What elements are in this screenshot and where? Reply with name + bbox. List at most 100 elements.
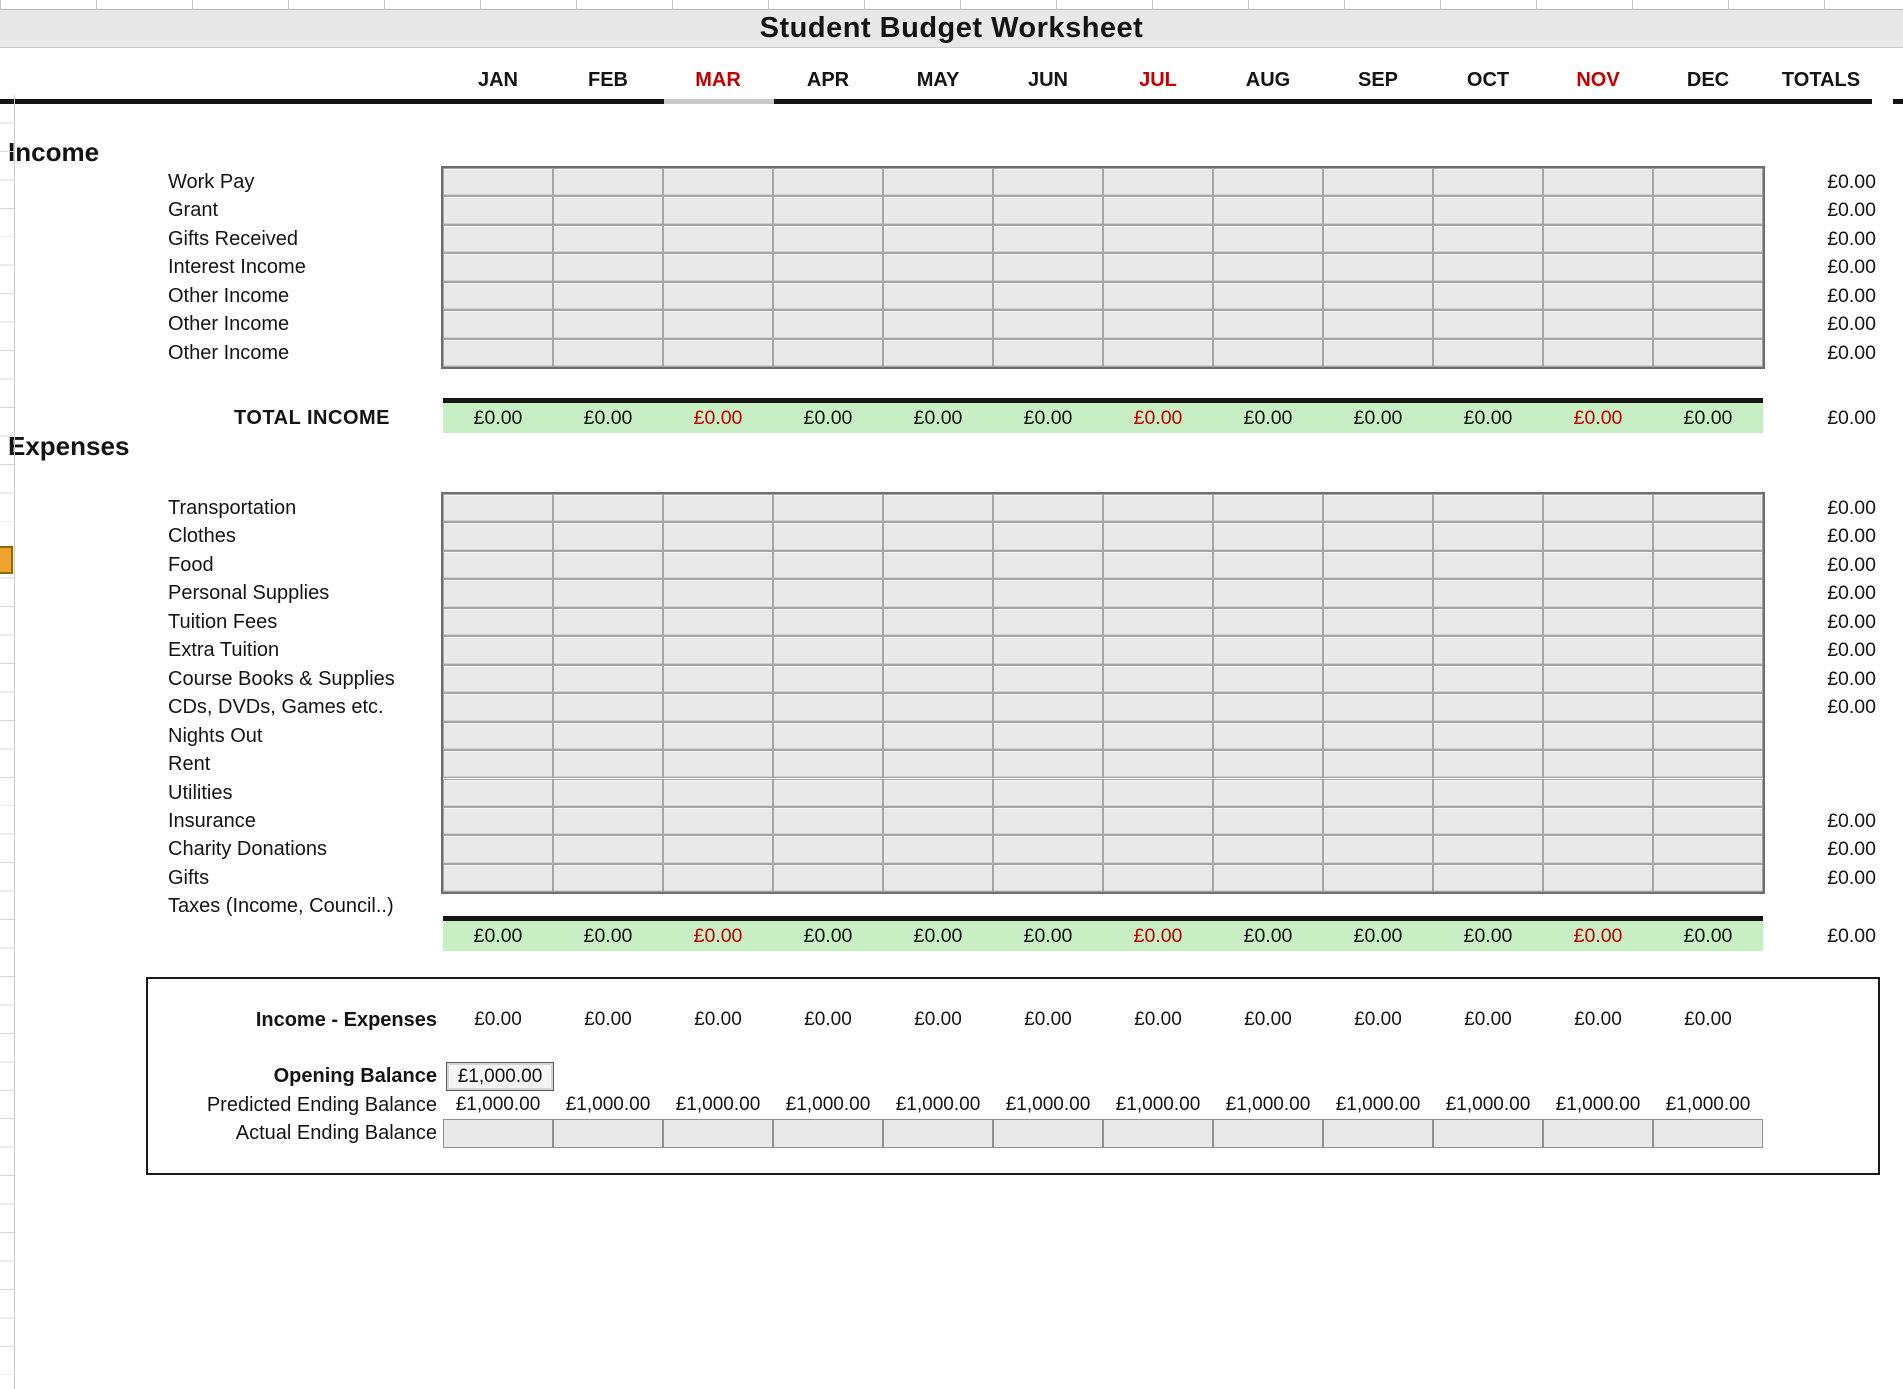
expense-cell[interactable]	[773, 494, 883, 522]
expense-cell[interactable]	[1323, 494, 1433, 522]
expense-cell[interactable]	[773, 579, 883, 607]
expense-cell[interactable]	[1433, 579, 1543, 607]
expense-cell[interactable]	[663, 608, 773, 636]
expense-cell[interactable]	[1323, 864, 1433, 892]
income-cell[interactable]	[553, 339, 663, 367]
income-cell[interactable]	[1433, 225, 1543, 253]
income-cell[interactable]	[1543, 310, 1653, 338]
expense-cell[interactable]	[773, 750, 883, 778]
expense-cell[interactable]	[1653, 750, 1763, 778]
expense-cell[interactable]	[1213, 636, 1323, 664]
expense-cell[interactable]	[1103, 750, 1213, 778]
expense-cell[interactable]	[883, 551, 993, 579]
expense-cell[interactable]	[1103, 807, 1213, 835]
actual-ending-balance-cell[interactable]	[1543, 1119, 1653, 1148]
expense-cell[interactable]	[443, 494, 553, 522]
expense-cell[interactable]	[1103, 579, 1213, 607]
income-cell[interactable]	[443, 310, 553, 338]
expense-cell[interactable]	[1103, 779, 1213, 807]
income-cell[interactable]	[443, 339, 553, 367]
expense-cell[interactable]	[1213, 551, 1323, 579]
expense-cell[interactable]	[1213, 750, 1323, 778]
expense-cell[interactable]	[1323, 807, 1433, 835]
expense-cell[interactable]	[663, 807, 773, 835]
expense-cell[interactable]	[883, 722, 993, 750]
expense-cell[interactable]	[663, 665, 773, 693]
expense-cell[interactable]	[883, 522, 993, 550]
expense-cell[interactable]	[1543, 807, 1653, 835]
expense-cell[interactable]	[553, 864, 663, 892]
income-cell[interactable]	[1323, 253, 1433, 281]
expense-cell[interactable]	[773, 864, 883, 892]
expense-cell[interactable]	[1653, 608, 1763, 636]
expense-cell[interactable]	[773, 779, 883, 807]
expense-cell[interactable]	[1653, 722, 1763, 750]
expense-cell[interactable]	[1323, 693, 1433, 721]
income-cell[interactable]	[443, 282, 553, 310]
income-cell[interactable]	[993, 168, 1103, 196]
income-cell[interactable]	[553, 225, 663, 253]
income-cell[interactable]	[553, 253, 663, 281]
expense-cell[interactable]	[1433, 494, 1543, 522]
expense-cell[interactable]	[1213, 779, 1323, 807]
income-cell[interactable]	[1213, 225, 1323, 253]
expense-cell[interactable]	[1213, 579, 1323, 607]
expense-cell[interactable]	[663, 693, 773, 721]
income-cell[interactable]	[1653, 168, 1763, 196]
expense-cell[interactable]	[993, 864, 1103, 892]
income-cell[interactable]	[993, 196, 1103, 224]
expense-cell[interactable]	[773, 835, 883, 863]
expense-cell[interactable]	[1103, 864, 1213, 892]
income-cell[interactable]	[883, 253, 993, 281]
income-cell[interactable]	[1653, 282, 1763, 310]
income-cell[interactable]	[1543, 339, 1653, 367]
expense-cell[interactable]	[1103, 665, 1213, 693]
expense-cell[interactable]	[1433, 693, 1543, 721]
expense-cell[interactable]	[993, 722, 1103, 750]
expense-cell[interactable]	[663, 750, 773, 778]
expense-cell[interactable]	[443, 579, 553, 607]
actual-ending-balance-cell[interactable]	[993, 1119, 1103, 1148]
expense-cell[interactable]	[1213, 693, 1323, 721]
expense-cell[interactable]	[1103, 722, 1213, 750]
income-cell[interactable]	[993, 310, 1103, 338]
expense-cell[interactable]	[663, 864, 773, 892]
income-cell[interactable]	[553, 310, 663, 338]
expense-cell[interactable]	[1543, 579, 1653, 607]
expense-cell[interactable]	[553, 608, 663, 636]
expense-cell[interactable]	[663, 579, 773, 607]
income-cell[interactable]	[1103, 225, 1213, 253]
income-cell[interactable]	[1543, 282, 1653, 310]
income-cell[interactable]	[883, 196, 993, 224]
expense-cell[interactable]	[553, 693, 663, 721]
expense-cell[interactable]	[1653, 494, 1763, 522]
expense-cell[interactable]	[443, 750, 553, 778]
expense-cell[interactable]	[553, 835, 663, 863]
expense-cell[interactable]	[1103, 693, 1213, 721]
income-cell[interactable]	[443, 253, 553, 281]
income-cell[interactable]	[1323, 168, 1433, 196]
expense-cell[interactable]	[773, 636, 883, 664]
expense-cell[interactable]	[883, 636, 993, 664]
expense-cell[interactable]	[1543, 835, 1653, 863]
income-cell[interactable]	[663, 225, 773, 253]
expense-cell[interactable]	[1213, 665, 1323, 693]
expense-cell[interactable]	[1323, 722, 1433, 750]
expense-cell[interactable]	[553, 522, 663, 550]
expense-cell[interactable]	[1543, 494, 1653, 522]
income-cell[interactable]	[1103, 196, 1213, 224]
expense-cell[interactable]	[1543, 522, 1653, 550]
expense-cell[interactable]	[443, 864, 553, 892]
expense-cell[interactable]	[1543, 864, 1653, 892]
income-cell[interactable]	[1433, 282, 1543, 310]
expense-cell[interactable]	[1653, 522, 1763, 550]
income-cell[interactable]	[1103, 282, 1213, 310]
expense-cell[interactable]	[1433, 522, 1543, 550]
income-cell[interactable]	[1103, 339, 1213, 367]
expense-cell[interactable]	[1433, 779, 1543, 807]
income-cell[interactable]	[773, 310, 883, 338]
income-cell[interactable]	[883, 310, 993, 338]
expense-cell[interactable]	[1323, 835, 1433, 863]
expense-cell[interactable]	[1433, 665, 1543, 693]
expense-cell[interactable]	[1543, 722, 1653, 750]
